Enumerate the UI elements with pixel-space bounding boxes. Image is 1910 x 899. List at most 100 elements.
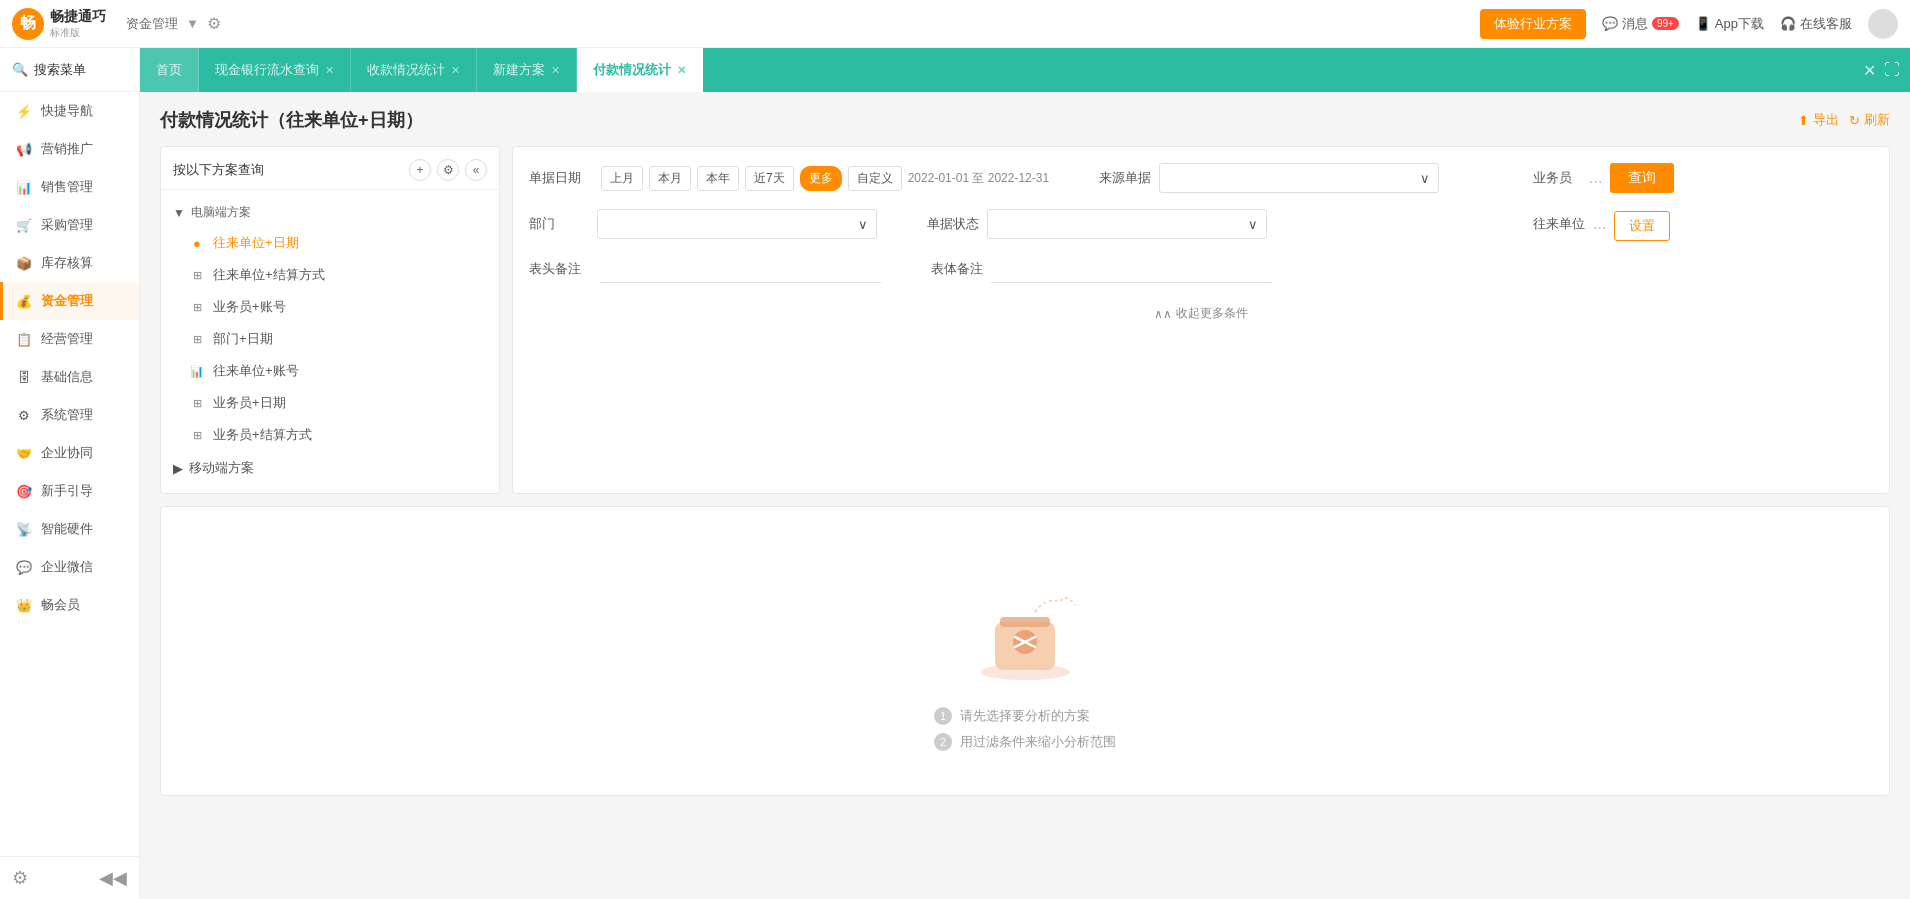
date-btn-this-month[interactable]: 本月 xyxy=(649,166,691,191)
empty-illustration xyxy=(965,587,1085,687)
tab-close-cash-bank[interactable]: ✕ xyxy=(325,64,334,77)
tab-close-receipt-stat[interactable]: ✕ xyxy=(451,64,460,77)
scheme-settings-btn[interactable]: ⚙ xyxy=(437,159,459,181)
sidebar-item-marketing[interactable]: 📢 营销推广 xyxy=(0,130,139,168)
tip-num-2: 2 xyxy=(934,733,952,751)
sidebar-footer: ⚙ ◀◀ xyxy=(0,856,139,899)
enterprise-icon: 🤝 xyxy=(15,444,33,462)
tab-cash-bank[interactable]: 现金银行流水查询 ✕ xyxy=(199,48,351,92)
dropdown-arrow[interactable]: ▼ xyxy=(186,16,199,31)
sidebar-item-vip[interactable]: 👑 畅会员 xyxy=(0,586,139,624)
result-area: 1 请先选择要分析的方案 2 用过滤条件来缩小分析范围 xyxy=(160,506,1890,796)
wechat-icon: 💬 xyxy=(15,558,33,576)
refresh-btn[interactable]: ↻ 刷新 xyxy=(1849,111,1890,129)
tab-close-new-scheme[interactable]: ✕ xyxy=(551,64,560,77)
hardware-icon: 📡 xyxy=(15,520,33,538)
scheme-item-6[interactable]: ⊞ 业务员+结算方式 xyxy=(161,419,499,451)
scheme-radio-icon: ● xyxy=(189,235,205,251)
app-download-btn[interactable]: 📱 App下载 xyxy=(1695,15,1764,33)
empty-tips: 1 请先选择要分析的方案 2 用过滤条件来缩小分析范围 xyxy=(934,703,1116,755)
query-btn[interactable]: 查询 xyxy=(1610,163,1674,193)
mobile-scheme-group: ▶ 移动端方案 xyxy=(161,451,499,485)
scheme-item-0[interactable]: ● 往来单位+日期 xyxy=(161,227,499,259)
search-icon: 🔍 xyxy=(12,62,28,77)
partner-dots: ... xyxy=(1593,215,1606,233)
online-service-btn[interactable]: 🎧 在线客服 xyxy=(1780,15,1852,33)
scheme-panel: 按以下方案查询 + ⚙ « ▼ 电脑端方案 xyxy=(160,146,500,494)
sales-icon: 📊 xyxy=(15,178,33,196)
tab-payment-stat[interactable]: 付款情况统计 ✕ xyxy=(577,48,703,92)
sidebar-item-hardware[interactable]: 📡 智能硬件 xyxy=(0,510,139,548)
sidebar-item-enterprise[interactable]: 🤝 企业协同 xyxy=(0,434,139,472)
sidebar-item-wechat[interactable]: 💬 企业微信 xyxy=(0,548,139,586)
search-menu-btn[interactable]: 🔍 搜索菜单 xyxy=(12,61,127,79)
source-select[interactable]: ∨ xyxy=(1159,163,1439,193)
inventory-icon: 📦 xyxy=(15,254,33,272)
filter-row-1: 单据日期 上月 本月 本年 近7天 更多 自定义 2022-01-01 至 20… xyxy=(529,163,1873,193)
message-btn[interactable]: 💬 消息 99+ xyxy=(1602,15,1679,33)
brand-name: 畅捷通巧 xyxy=(50,8,106,26)
sidebar-header: 🔍 搜索菜单 xyxy=(0,48,139,92)
sidebar-item-inventory[interactable]: 📦 库存核算 xyxy=(0,244,139,282)
scheme-table-icon-2: ⊞ xyxy=(189,299,205,315)
collapse-icon: ∧∧ xyxy=(1154,307,1172,321)
scheme-item-1[interactable]: ⊞ 往来单位+结算方式 xyxy=(161,259,499,291)
gear-icon[interactable]: ⚙ xyxy=(207,14,221,33)
scheme-item-4[interactable]: 📊 往来单位+账号 xyxy=(161,355,499,387)
tab-receipt-stat[interactable]: 收款情况统计 ✕ xyxy=(351,48,477,92)
scheme-table-icon: ⊞ xyxy=(189,267,205,283)
top-bar-actions: 体验行业方案 💬 消息 99+ 📱 App下载 🎧 在线客服 xyxy=(1480,9,1898,39)
date-btn-last-month[interactable]: 上月 xyxy=(601,166,643,191)
sidebar-item-operations[interactable]: 📋 经营管理 xyxy=(0,320,139,358)
desktop-group-toggle[interactable]: ▼ 电脑端方案 xyxy=(161,198,499,227)
settings-btn[interactable]: 设置 xyxy=(1614,211,1670,241)
sidebar-item-basic-info[interactable]: 🗄 基础信息 xyxy=(0,358,139,396)
scheme-collapse-btn[interactable]: « xyxy=(465,159,487,181)
scheme-item-5[interactable]: ⊞ 业务员+日期 xyxy=(161,387,499,419)
tab-bar: 首页 现金银行流水查询 ✕ 收款情况统计 ✕ 新建方案 ✕ 付款情况统计 ✕ xyxy=(140,48,1910,92)
mobile-group-toggle[interactable]: ▶ 移动端方案 xyxy=(173,459,487,477)
scheme-item-2[interactable]: ⊞ 业务员+账号 xyxy=(161,291,499,323)
export-icon: ⬆ xyxy=(1798,113,1809,128)
dept-select[interactable]: ∨ xyxy=(597,209,877,239)
tab-new-scheme[interactable]: 新建方案 ✕ xyxy=(477,48,577,92)
collapse-sidebar-btn[interactable]: ◀◀ xyxy=(99,867,127,889)
tip-num-1: 1 xyxy=(934,707,952,725)
top-bar-mid: 资金管理 ▼ ⚙ xyxy=(106,14,1480,33)
tab-close-all-btn[interactable]: ✕ xyxy=(1863,61,1876,80)
sidebar-item-capital[interactable]: 💰 资金管理 xyxy=(0,282,139,320)
partner-label: 往来单位 xyxy=(1533,215,1585,233)
sidebar-item-purchase[interactable]: 🛒 采购管理 xyxy=(0,206,139,244)
vip-icon: 👑 xyxy=(15,596,33,614)
date-btn-custom[interactable]: 自定义 xyxy=(848,166,902,191)
date-btn-more[interactable]: 更多 xyxy=(800,166,842,191)
page-title: 付款情况统计（往来单位+日期） xyxy=(160,108,423,132)
message-badge: 99+ xyxy=(1652,17,1679,30)
date-btn-7days[interactable]: 近7天 xyxy=(745,166,794,191)
filter-layout: 按以下方案查询 + ⚙ « ▼ 电脑端方案 xyxy=(160,146,1890,494)
settings-footer-icon[interactable]: ⚙ xyxy=(12,867,28,889)
tab-home[interactable]: 首页 xyxy=(140,48,199,92)
scheme-table-icon-3: ⊞ xyxy=(189,331,205,347)
trial-btn[interactable]: 体验行业方案 xyxy=(1480,9,1586,39)
sidebar-item-guide[interactable]: 🎯 新手引导 xyxy=(0,472,139,510)
tab-close-payment-stat[interactable]: ✕ xyxy=(677,64,686,77)
doc-status-select[interactable]: ∨ xyxy=(987,209,1267,239)
salesperson-label: 业务员 xyxy=(1533,169,1581,187)
brand: 畅 畅捷通巧 标准版 xyxy=(12,8,106,40)
sidebar-item-sales[interactable]: 📊 销售管理 xyxy=(0,168,139,206)
sidebar-item-system[interactable]: ⚙ 系统管理 xyxy=(0,396,139,434)
sidebar-item-quick-nav[interactable]: ⚡ 快捷导航 xyxy=(0,92,139,130)
system-icon: ⚙ xyxy=(15,406,33,424)
page-body: 付款情况统计（往来单位+日期） ⬆ 导出 ↻ 刷新 xyxy=(140,92,1910,899)
date-btn-this-year[interactable]: 本年 xyxy=(697,166,739,191)
collapse-bar[interactable]: ∧∧ 收起更多条件 xyxy=(529,297,1873,330)
tab-expand-btn[interactable]: ⛶ xyxy=(1884,61,1900,79)
user-avatar[interactable] xyxy=(1868,9,1898,39)
add-scheme-btn[interactable]: + xyxy=(409,159,431,181)
export-btn[interactable]: ⬆ 导出 xyxy=(1798,111,1839,129)
refresh-icon: ↻ xyxy=(1849,113,1860,128)
date-label: 单据日期 xyxy=(529,169,581,187)
content-area: 首页 现金银行流水查询 ✕ 收款情况统计 ✕ 新建方案 ✕ 付款情况统计 ✕ xyxy=(140,48,1910,899)
scheme-item-3[interactable]: ⊞ 部门+日期 xyxy=(161,323,499,355)
